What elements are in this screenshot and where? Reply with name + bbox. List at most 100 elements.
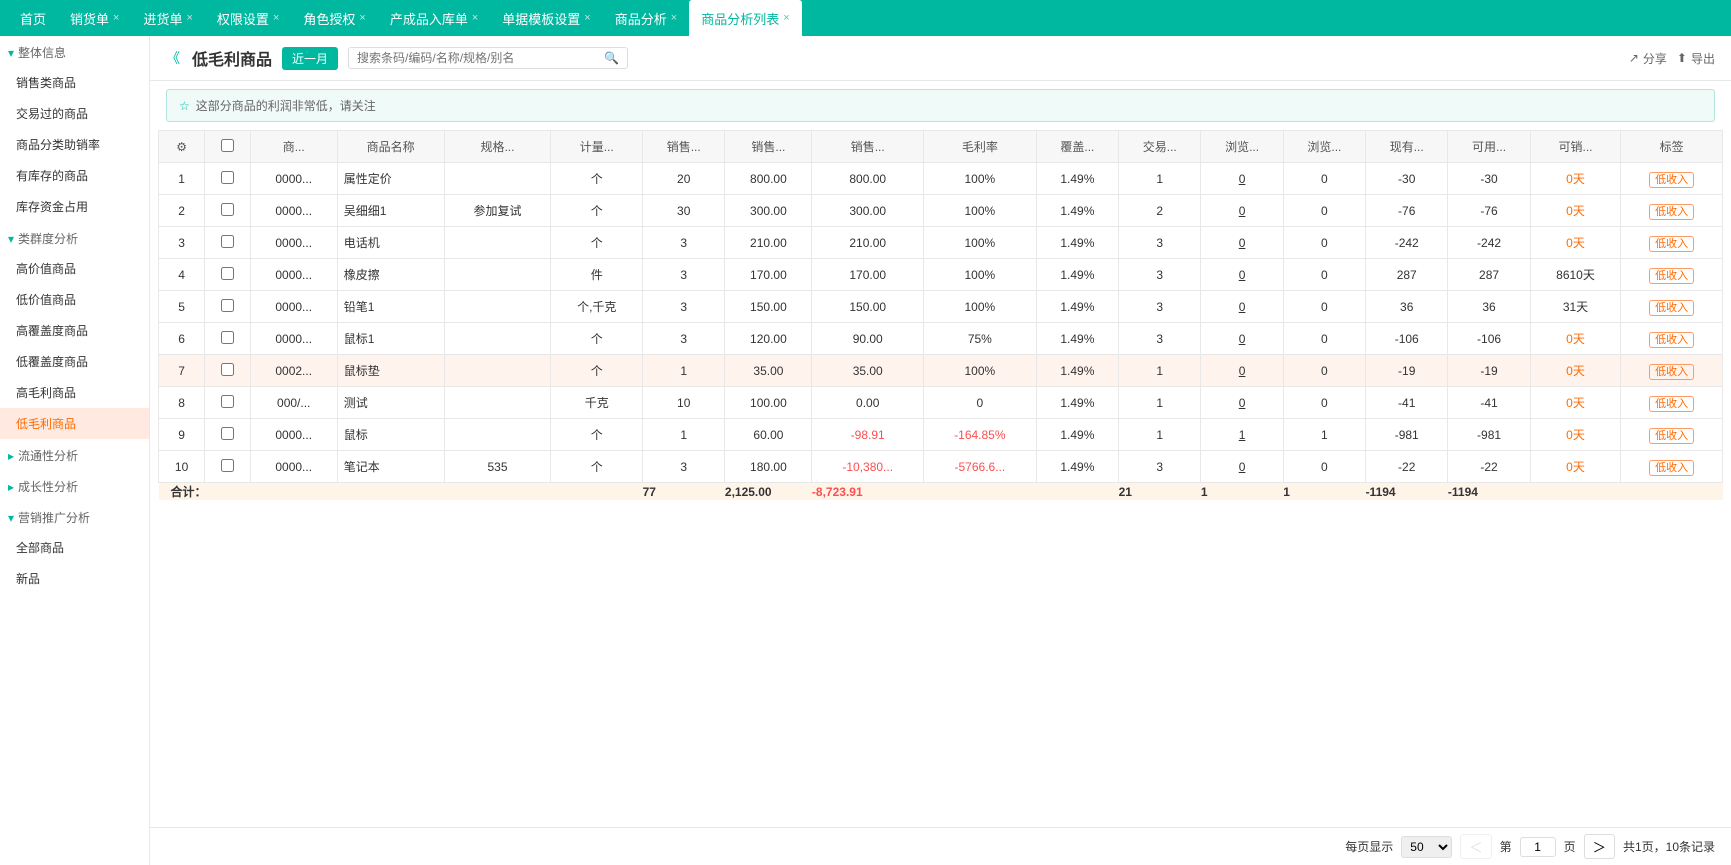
- row-sales-profit: -10,380...: [812, 451, 924, 483]
- col-sales-qty[interactable]: 销售...: [643, 131, 725, 163]
- col-trade-count[interactable]: 交易...: [1119, 131, 1201, 163]
- sidebar-item-all-goods[interactable]: 全部商品: [0, 532, 149, 563]
- sidebar-section-cluster[interactable]: ▾ 类群度分析: [0, 222, 149, 253]
- row-checkbox[interactable]: [205, 451, 251, 483]
- search-input[interactable]: [357, 51, 604, 65]
- close-icon[interactable]: ×: [359, 12, 365, 24]
- prev-page-btn[interactable]: ＜: [1460, 834, 1491, 859]
- col-browse2[interactable]: 浏览...: [1283, 131, 1365, 163]
- row-select-checkbox[interactable]: [221, 363, 234, 376]
- sidebar-item-low-margin[interactable]: 低毛利商品: [0, 408, 149, 439]
- sidebar-item-high-margin[interactable]: 高毛利商品: [0, 377, 149, 408]
- row-select-checkbox[interactable]: [221, 331, 234, 344]
- nav-product-analysis[interactable]: 商品分析 ×: [603, 0, 689, 36]
- col-browse1[interactable]: 浏览...: [1201, 131, 1283, 163]
- sidebar-section-general[interactable]: ▾ 整体信息: [0, 36, 149, 67]
- page-number-input[interactable]: [1520, 837, 1556, 857]
- close-icon[interactable]: ×: [783, 12, 789, 24]
- search-icon[interactable]: 🔍: [604, 51, 619, 65]
- row-select-checkbox[interactable]: [221, 203, 234, 216]
- row-select-checkbox[interactable]: [221, 235, 234, 248]
- row-browse1[interactable]: 0: [1201, 259, 1283, 291]
- sidebar-item-low-coverage[interactable]: 低覆盖度商品: [0, 346, 149, 377]
- row-select-checkbox[interactable]: [221, 427, 234, 440]
- share-btn[interactable]: ↗ 分享: [1629, 50, 1667, 67]
- row-checkbox[interactable]: [205, 387, 251, 419]
- row-browse1[interactable]: 1: [1201, 419, 1283, 451]
- row-checkbox[interactable]: [205, 291, 251, 323]
- row-browse1[interactable]: 0: [1201, 451, 1283, 483]
- per-page-select[interactable]: 50 100 200: [1401, 836, 1452, 858]
- col-available[interactable]: 可用...: [1448, 131, 1530, 163]
- table-row: 10 0000... 笔记本 535 个 3 180.00 -10,380...…: [159, 451, 1723, 483]
- filter-recent-month-btn[interactable]: 近一月: [282, 47, 338, 70]
- row-checkbox[interactable]: [205, 323, 251, 355]
- collapse-sidebar-btn[interactable]: 《: [166, 48, 180, 68]
- row-checkbox[interactable]: [205, 355, 251, 387]
- row-spec: [444, 163, 551, 195]
- col-name[interactable]: 商品名称: [337, 131, 444, 163]
- row-tag: 低收入: [1621, 195, 1723, 227]
- row-browse1[interactable]: 0: [1201, 163, 1283, 195]
- next-page-btn[interactable]: ＞: [1584, 834, 1615, 859]
- col-checkbox[interactable]: [205, 131, 251, 163]
- col-unit[interactable]: 计量...: [551, 131, 643, 163]
- sidebar-item-high-coverage[interactable]: 高覆盖度商品: [0, 315, 149, 346]
- nav-home[interactable]: 首页: [8, 0, 58, 36]
- close-icon[interactable]: ×: [584, 12, 590, 24]
- nav-permissions[interactable]: 权限设置 ×: [205, 0, 291, 36]
- sidebar-item-new-goods[interactable]: 新品: [0, 563, 149, 594]
- row-checkbox[interactable]: [205, 227, 251, 259]
- sidebar-section-liquidity[interactable]: ▸ 流通性分析: [0, 439, 149, 470]
- col-sales-profit[interactable]: 销售...: [812, 131, 924, 163]
- close-icon[interactable]: ×: [273, 12, 279, 24]
- nav-role-auth[interactable]: 角色授权 ×: [291, 0, 377, 36]
- row-browse1[interactable]: 0: [1201, 227, 1283, 259]
- row-available: -19: [1448, 355, 1530, 387]
- row-checkbox[interactable]: [205, 419, 251, 451]
- row-select-checkbox[interactable]: [221, 267, 234, 280]
- nav-product-entry[interactable]: 产成品入库单 ×: [378, 0, 490, 36]
- row-browse1[interactable]: 0: [1201, 323, 1283, 355]
- sidebar-item-traded-goods[interactable]: 交易过的商品: [0, 98, 149, 129]
- col-code[interactable]: 商...: [250, 131, 337, 163]
- row-select-checkbox[interactable]: [221, 459, 234, 472]
- sidebar-item-capital[interactable]: 库存资金占用: [0, 191, 149, 222]
- table-row: 3 0000... 电话机 个 3 210.00 210.00 100% 1.4…: [159, 227, 1723, 259]
- sidebar-item-sales-goods[interactable]: 销售类商品: [0, 67, 149, 98]
- col-sellable[interactable]: 可销...: [1530, 131, 1621, 163]
- select-all-checkbox[interactable]: [221, 139, 234, 152]
- sidebar-item-category-rate[interactable]: 商品分类助销率: [0, 129, 149, 160]
- sidebar-section-growth[interactable]: ▸ 成长性分析: [0, 470, 149, 501]
- row-select-checkbox[interactable]: [221, 171, 234, 184]
- row-browse1[interactable]: 0: [1201, 195, 1283, 227]
- sidebar-item-high-value[interactable]: 高价值商品: [0, 253, 149, 284]
- col-spec[interactable]: 规格...: [444, 131, 551, 163]
- sidebar-section-marketing[interactable]: ▾ 营销推广分析: [0, 501, 149, 532]
- col-gross-rate[interactable]: 毛利率: [923, 131, 1036, 163]
- sidebar-item-in-stock[interactable]: 有库存的商品: [0, 160, 149, 191]
- row-checkbox[interactable]: [205, 259, 251, 291]
- sidebar-item-low-value[interactable]: 低价值商品: [0, 284, 149, 315]
- close-icon[interactable]: ×: [671, 12, 677, 24]
- col-settings[interactable]: ⚙: [159, 131, 205, 163]
- nav-product-analysis-list[interactable]: 商品分析列表 ×: [689, 0, 801, 36]
- nav-template-settings[interactable]: 单据模板设置 ×: [490, 0, 602, 36]
- col-current-stock[interactable]: 现有...: [1366, 131, 1448, 163]
- close-icon[interactable]: ×: [472, 12, 478, 24]
- export-btn[interactable]: ⬆ 导出: [1677, 50, 1715, 67]
- col-tag[interactable]: 标签: [1621, 131, 1723, 163]
- col-sales-price[interactable]: 销售...: [725, 131, 812, 163]
- nav-sales[interactable]: 销货单 ×: [58, 0, 131, 36]
- row-browse1[interactable]: 0: [1201, 291, 1283, 323]
- col-cover-rate[interactable]: 覆盖...: [1036, 131, 1118, 163]
- row-browse1[interactable]: 0: [1201, 355, 1283, 387]
- row-browse1[interactable]: 0: [1201, 387, 1283, 419]
- row-select-checkbox[interactable]: [221, 299, 234, 312]
- row-checkbox[interactable]: [205, 195, 251, 227]
- close-icon[interactable]: ×: [186, 12, 192, 24]
- row-checkbox[interactable]: [205, 163, 251, 195]
- nav-purchase[interactable]: 进货单 ×: [131, 0, 204, 36]
- close-icon[interactable]: ×: [113, 12, 119, 24]
- row-select-checkbox[interactable]: [221, 395, 234, 408]
